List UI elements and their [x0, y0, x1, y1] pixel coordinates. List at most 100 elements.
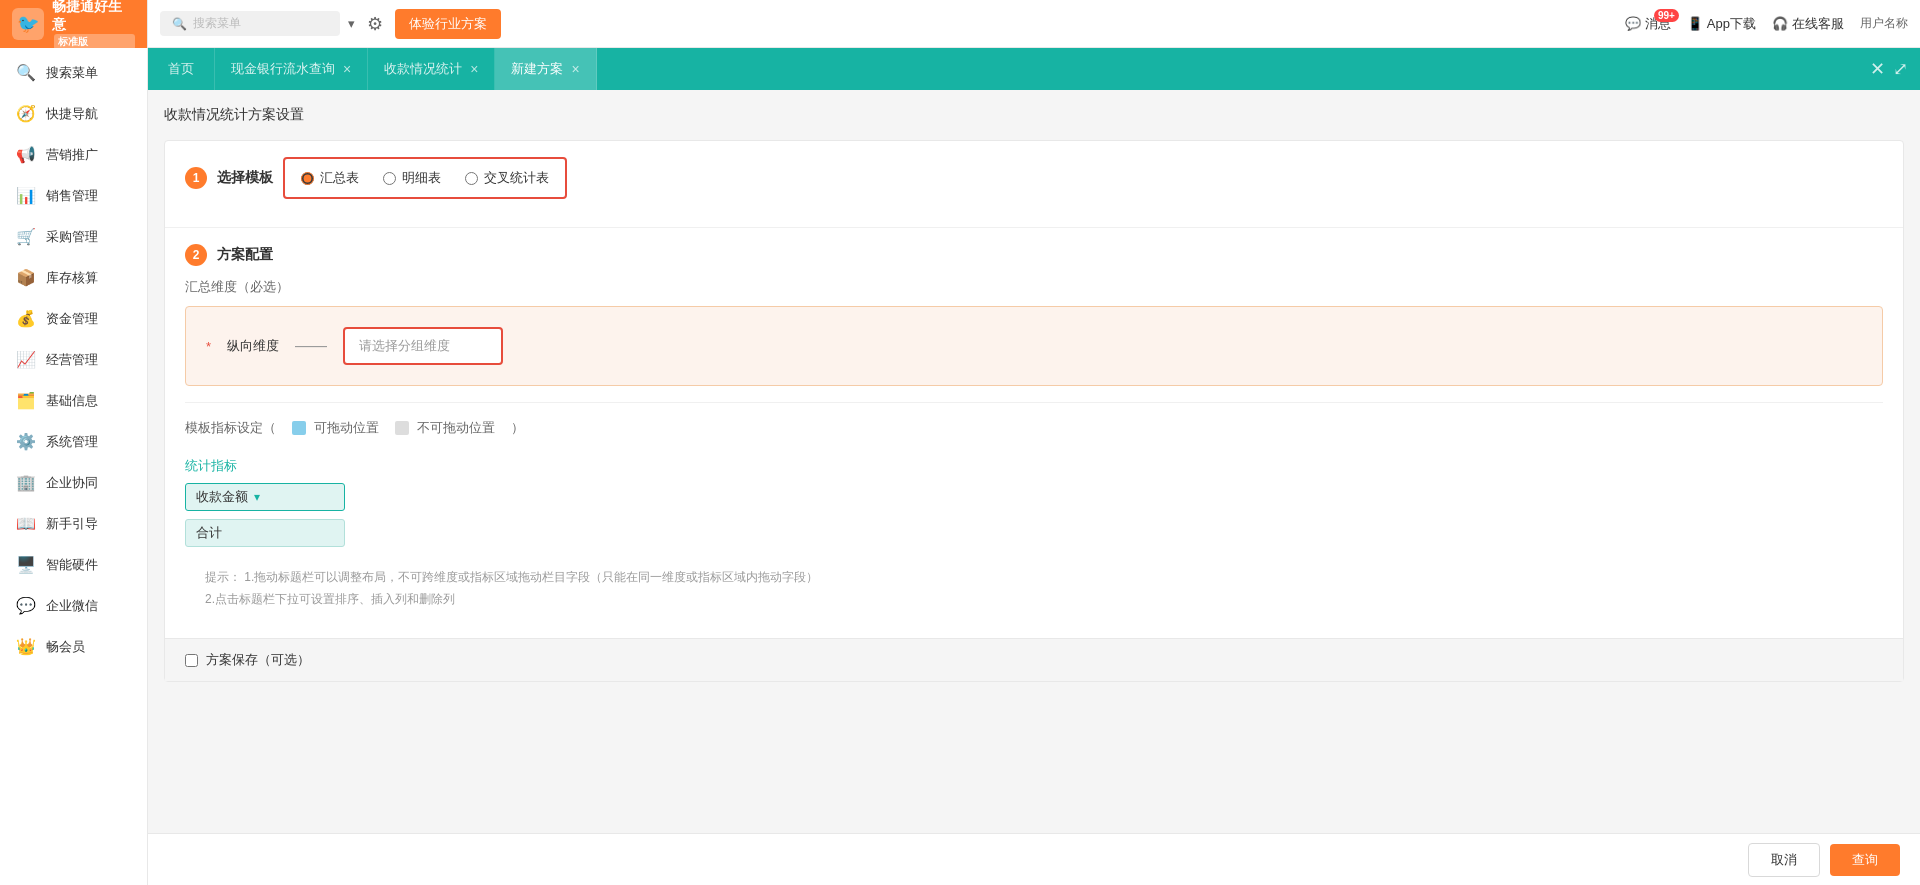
- tab-new-plan-label: 新建方案: [511, 60, 563, 78]
- sidebar-item-label: 快捷导航: [46, 105, 98, 123]
- close-window-icon[interactable]: ✕: [1870, 58, 1885, 80]
- sales-icon: 📊: [16, 186, 36, 205]
- system-icon: ⚙️: [16, 432, 36, 451]
- main-area: 🔍 搜索菜单 ▾ ⚙ 体验行业方案 💬 消息 99+ 📱 App下载 🎧 在线客…: [148, 0, 1920, 885]
- template-radio-group: 汇总表 明细表 交叉统计表: [283, 157, 567, 199]
- config-card: 1 选择模板 汇总表 明细表 交叉统计表: [164, 140, 1904, 682]
- radio-detail[interactable]: 明细表: [383, 169, 441, 187]
- required-star: *: [206, 339, 211, 354]
- sidebar-item-corp-collab[interactable]: 🏢 企业协同: [0, 462, 147, 503]
- sidebar-item-search[interactable]: 🔍 搜索菜单: [0, 52, 147, 93]
- sidebar-item-label: 资金管理: [46, 310, 98, 328]
- draggable-legend: 可拖动位置: [292, 419, 379, 437]
- fixed-dot: [395, 421, 409, 435]
- sidebar-item-marketing[interactable]: 📢 营销推广: [0, 134, 147, 175]
- nav-icon: 🧭: [16, 104, 36, 123]
- tab-collection-stats-close[interactable]: ×: [470, 61, 478, 77]
- metric-tag-amount[interactable]: 收款金额 ▾: [185, 483, 345, 511]
- sidebar-item-label: 销售管理: [46, 187, 98, 205]
- marketing-icon: 📢: [16, 145, 36, 164]
- dimension-selector[interactable]: 请选择分组维度: [343, 327, 503, 365]
- metric-subtag-total: 合计: [185, 519, 345, 547]
- tab-home[interactable]: 首页: [148, 48, 215, 90]
- app-name: 畅捷通好生意: [52, 0, 135, 34]
- sidebar-logo: 🐦 畅捷通好生意 标准版: [0, 0, 147, 48]
- download-label: App下载: [1707, 15, 1756, 33]
- step2-section: 2 方案配置 汇总维度（必选） * 纵向维度 —— 请选择分组维度: [165, 228, 1903, 638]
- draggable-dot: [292, 421, 306, 435]
- metrics-header: 模板指标设定（ 可拖动位置 不可拖动位置 ）: [185, 419, 1883, 437]
- tips-section: 提示： 1.拖动标题栏可以调整布局，不可跨维度或指标区域拖动栏目字段（只能在同一…: [185, 555, 1883, 622]
- tab-new-plan[interactable]: 新建方案 ×: [495, 48, 596, 90]
- sidebar-item-label: 基础信息: [46, 392, 98, 410]
- tab-new-plan-close[interactable]: ×: [571, 61, 579, 77]
- search-icon: 🔍: [172, 17, 187, 31]
- sidebar-item-system[interactable]: ⚙️ 系统管理: [0, 421, 147, 462]
- operations-icon: 📈: [16, 350, 36, 369]
- metric-tag-arrow: ▾: [254, 490, 260, 504]
- sidebar-item-nav[interactable]: 🧭 快捷导航: [0, 93, 147, 134]
- cancel-button[interactable]: 取消: [1748, 843, 1820, 877]
- radio-summary-input[interactable]: [301, 172, 314, 185]
- tab-bar: 首页 现金银行流水查询 × 收款情况统计 × 新建方案 × ✕ ⤢: [148, 48, 1920, 90]
- sidebar-item-member[interactable]: 👑 畅会员: [0, 626, 147, 667]
- search-menu-bar[interactable]: 🔍 搜索菜单: [160, 11, 340, 36]
- tab-bank-flow-label: 现金银行流水查询: [231, 60, 335, 78]
- sidebar-item-label: 企业协同: [46, 474, 98, 492]
- step2-num: 2: [185, 244, 207, 266]
- corp-collab-icon: 🏢: [16, 473, 36, 492]
- wechat-icon: 💬: [16, 596, 36, 615]
- sidebar-item-finance[interactable]: 💰 资金管理: [0, 298, 147, 339]
- radio-summary[interactable]: 汇总表: [301, 169, 359, 187]
- user-info[interactable]: 用户名称: [1860, 15, 1908, 32]
- draggable-label: 可拖动位置: [314, 419, 379, 437]
- sidebar-item-label: 新手引导: [46, 515, 98, 533]
- bottom-bar: 取消 查询: [148, 833, 1920, 885]
- notification-btn[interactable]: 💬 消息 99+: [1625, 15, 1671, 33]
- member-icon: 👑: [16, 637, 36, 656]
- radio-cross-input[interactable]: [465, 172, 478, 185]
- tab-collection-stats-label: 收款情况统计: [384, 60, 462, 78]
- fixed-legend: 不可拖动位置: [395, 419, 495, 437]
- gear-icon[interactable]: ⚙: [363, 9, 387, 39]
- download-icon: 📱: [1687, 16, 1703, 31]
- query-button[interactable]: 查询: [1830, 844, 1900, 876]
- page-title: 收款情况统计方案设置: [164, 106, 1904, 124]
- stats-section-label: 统计指标: [185, 457, 1883, 475]
- download-btn[interactable]: 📱 App下载: [1687, 15, 1756, 33]
- sidebar-item-purchase[interactable]: 🛒 采购管理: [0, 216, 147, 257]
- radio-detail-input[interactable]: [383, 172, 396, 185]
- inventory-icon: 📦: [16, 268, 36, 287]
- sidebar-item-label: 营销推广: [46, 146, 98, 164]
- service-icon: 🎧: [1772, 16, 1788, 31]
- header-right: 💬 消息 99+ 📱 App下载 🎧 在线客服 用户名称: [1625, 15, 1908, 33]
- service-btn[interactable]: 🎧 在线客服: [1772, 15, 1844, 33]
- sidebar: 🐦 畅捷通好生意 标准版 🔍 搜索菜单 🧭 快捷导航 📢 营销推广 📊 销售管理…: [0, 0, 148, 885]
- tab-collection-stats[interactable]: 收款情况统计 ×: [368, 48, 495, 90]
- radio-cross[interactable]: 交叉统计表: [465, 169, 549, 187]
- metric-subtag-total-label: 合计: [196, 524, 222, 542]
- sidebar-item-hardware[interactable]: 🖥️ 智能硬件: [0, 544, 147, 585]
- purchase-icon: 🛒: [16, 227, 36, 246]
- notification-badge: 99+: [1654, 9, 1679, 22]
- sidebar-item-operations[interactable]: 📈 经营管理: [0, 339, 147, 380]
- sidebar-item-wechat[interactable]: 💬 企业微信: [0, 585, 147, 626]
- tab-bank-flow[interactable]: 现金银行流水查询 ×: [215, 48, 368, 90]
- search-placeholder: 搜索菜单: [193, 15, 241, 32]
- sidebar-item-label: 畅会员: [46, 638, 85, 656]
- sidebar-item-label: 采购管理: [46, 228, 98, 246]
- metrics-section: 模板指标设定（ 可拖动位置 不可拖动位置 ） 统计指标: [185, 402, 1883, 555]
- dimension-row: * 纵向维度 —— 请选择分组维度: [206, 327, 1862, 365]
- save-plan-checkbox[interactable]: [185, 654, 198, 667]
- radio-summary-label: 汇总表: [320, 169, 359, 187]
- maximize-window-icon[interactable]: ⤢: [1893, 58, 1908, 80]
- sidebar-item-sales[interactable]: 📊 销售管理: [0, 175, 147, 216]
- sidebar-item-guide[interactable]: 📖 新手引导: [0, 503, 147, 544]
- dropdown-icon[interactable]: ▾: [348, 16, 355, 31]
- trial-btn[interactable]: 体验行业方案: [395, 9, 501, 39]
- sidebar-item-inventory[interactable]: 📦 库存核算: [0, 257, 147, 298]
- sidebar-item-basic-info[interactable]: 🗂️ 基础信息: [0, 380, 147, 421]
- step1-num: 1: [185, 167, 207, 189]
- header: 🔍 搜索菜单 ▾ ⚙ 体验行业方案 💬 消息 99+ 📱 App下载 🎧 在线客…: [148, 0, 1920, 48]
- tab-bank-flow-close[interactable]: ×: [343, 61, 351, 77]
